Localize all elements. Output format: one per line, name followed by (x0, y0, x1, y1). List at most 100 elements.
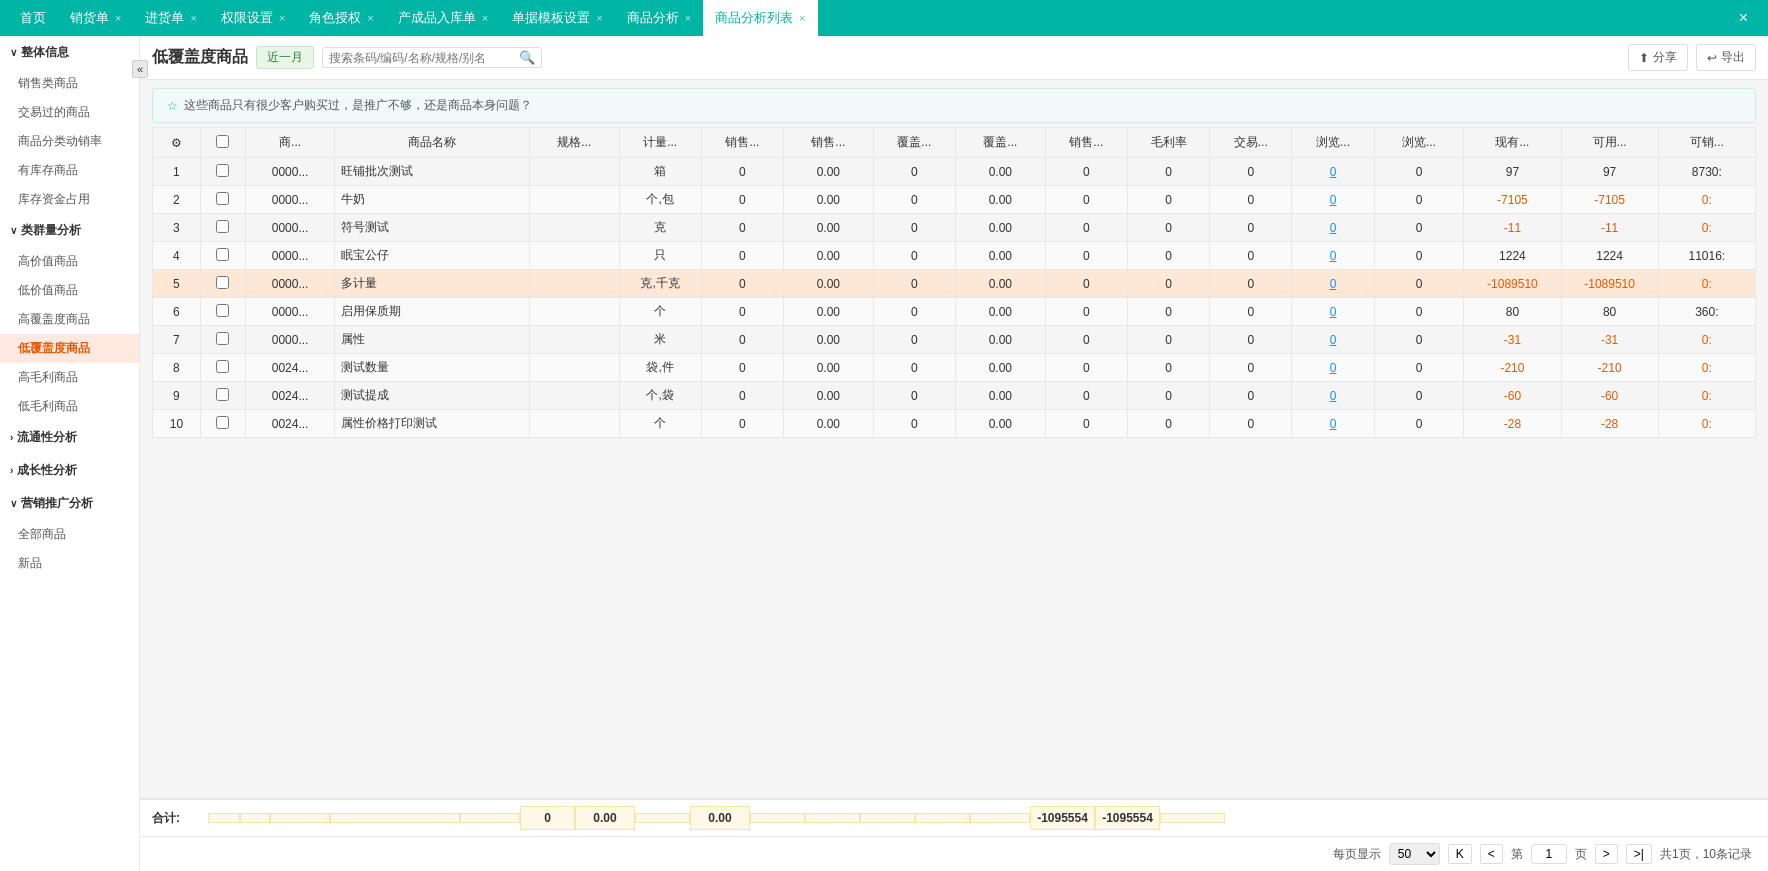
sidebar-item-traded-goods[interactable]: 交易过的商品 (0, 98, 139, 127)
browse2-header[interactable]: 浏览... (1374, 128, 1464, 158)
sidebar-section-growth[interactable]: › 成长性分析 (0, 454, 139, 487)
row-spec (529, 382, 619, 410)
row-browse1[interactable]: 0 (1292, 298, 1374, 326)
close-icon[interactable]: × (685, 12, 691, 24)
sidebar-item-stock-funds[interactable]: 库存资金占用 (0, 185, 139, 214)
sidebar-item-sales-goods[interactable]: 销售类商品 (0, 69, 139, 98)
settings-header[interactable]: ⚙ (153, 128, 201, 158)
nav-sales[interactable]: 销货单 × (58, 0, 133, 36)
close-icon[interactable]: × (190, 12, 196, 24)
close-icon[interactable]: × (279, 12, 285, 24)
row-sales3: 0 (1045, 410, 1127, 438)
row-checkbox[interactable] (200, 326, 245, 354)
checkbox-header[interactable] (200, 128, 245, 158)
export-button[interactable]: ↩ 导出 (1696, 44, 1756, 71)
sidebar-collapse-button[interactable]: « (140, 60, 148, 78)
nav-roles[interactable]: 角色授权 × (297, 0, 385, 36)
row-sales3: 0 (1045, 186, 1127, 214)
row-browse1[interactable]: 0 (1292, 354, 1374, 382)
window-close-button[interactable]: × (1727, 9, 1760, 27)
table-wrapper[interactable]: ⚙ 商... 商品名称 规格... 计量... 销售... 销售... 覆盖..… (140, 127, 1768, 798)
row-gross: 0 (1127, 382, 1209, 410)
sidebar-item-high-profit[interactable]: 高毛利商品 (0, 363, 139, 392)
row-spec (529, 158, 619, 186)
close-icon[interactable]: × (482, 12, 488, 24)
first-page-button[interactable]: K (1448, 844, 1472, 864)
row-checkbox[interactable] (200, 158, 245, 186)
sidebar-section-marketing[interactable]: ∨ 营销推广分析 (0, 487, 139, 520)
info-bar: ☆ 这些商品只有很少客户购买过，是推广不够，还是商品本身问题？ (152, 88, 1756, 123)
row-checkbox[interactable] (200, 298, 245, 326)
nav-permissions[interactable]: 权限设置 × (209, 0, 297, 36)
row-browse1[interactable]: 0 (1292, 326, 1374, 354)
row-checkbox[interactable] (200, 410, 245, 438)
sidebar-item-new-goods[interactable]: 新品 (0, 549, 139, 578)
nav-home[interactable]: 首页 (8, 0, 58, 36)
nav-template[interactable]: 单据模板设置 × (500, 0, 614, 36)
period-button[interactable]: 近一月 (256, 46, 314, 69)
page-number-input[interactable] (1531, 844, 1567, 864)
page-size-select[interactable]: 50 20 100 200 (1389, 843, 1440, 865)
stock1-header[interactable]: 现有... (1464, 128, 1561, 158)
row-browse1[interactable]: 0 (1292, 242, 1374, 270)
sidebar-item-low-coverage[interactable]: 低覆盖度商品 (0, 334, 139, 363)
sidebar-item-low-profit[interactable]: 低毛利商品 (0, 392, 139, 421)
sales3-header[interactable]: 销售... (1045, 128, 1127, 158)
trade-header[interactable]: 交易... (1210, 128, 1292, 158)
last-page-button[interactable]: >| (1626, 844, 1652, 864)
row-browse1[interactable]: 0 (1292, 270, 1374, 298)
row-checkbox[interactable] (200, 214, 245, 242)
nav-goods-analysis[interactable]: 商品分析 × (615, 0, 703, 36)
row-browse1[interactable]: 0 (1292, 186, 1374, 214)
close-icon[interactable]: × (799, 12, 805, 24)
row-browse1[interactable]: 0 (1292, 158, 1374, 186)
nav-purchase[interactable]: 进货单 × (133, 0, 208, 36)
cover1-header[interactable]: 覆盖... (873, 128, 955, 158)
nav-production[interactable]: 产成品入库单 × (386, 0, 500, 36)
sales2-header[interactable]: 销售... (784, 128, 874, 158)
share-button[interactable]: ⬆ 分享 (1628, 44, 1688, 71)
select-all-checkbox[interactable] (216, 135, 229, 148)
close-icon[interactable]: × (115, 12, 121, 24)
sidebar-item-low-value[interactable]: 低价值商品 (0, 276, 139, 305)
row-checkbox[interactable] (200, 354, 245, 382)
search-input[interactable] (329, 51, 519, 65)
gross-header[interactable]: 毛利率 (1127, 128, 1209, 158)
next-page-button[interactable]: > (1595, 844, 1618, 864)
sidebar-item-category-rate[interactable]: 商品分类动销率 (0, 127, 139, 156)
row-browse1[interactable]: 0 (1292, 382, 1374, 410)
nav-goods-analysis-list[interactable]: 商品分析列表 × (703, 0, 817, 36)
sidebar-section-flow[interactable]: › 流通性分析 (0, 421, 139, 454)
row-sales1: 0 (701, 214, 783, 242)
browse1-header[interactable]: 浏览... (1292, 128, 1374, 158)
sidebar-item-stock-goods[interactable]: 有库存商品 (0, 156, 139, 185)
stock2-header[interactable]: 可用... (1561, 128, 1658, 158)
spec-header[interactable]: 规格... (529, 128, 619, 158)
sidebar-item-all-goods[interactable]: 全部商品 (0, 520, 139, 549)
name-header[interactable]: 商品名称 (335, 128, 529, 158)
total-placeholder2 (240, 813, 270, 823)
cover2-header[interactable]: 覆盖... (955, 128, 1045, 158)
code-header[interactable]: 商... (245, 128, 335, 158)
row-sales1: 0 (701, 158, 783, 186)
row-checkbox[interactable] (200, 242, 245, 270)
prev-page-button[interactable]: < (1480, 844, 1503, 864)
sidebar-section-cluster[interactable]: ∨ 类群量分析 (0, 214, 139, 247)
row-name: 牛奶 (335, 186, 529, 214)
row-browse1[interactable]: 0 (1292, 410, 1374, 438)
row-checkbox[interactable] (200, 186, 245, 214)
sales1-header[interactable]: 销售... (701, 128, 783, 158)
row-gross: 0 (1127, 354, 1209, 382)
sidebar-item-high-coverage[interactable]: 高覆盖度商品 (0, 305, 139, 334)
close-icon[interactable]: × (367, 12, 373, 24)
row-cover2: 0.00 (955, 382, 1045, 410)
table-row: 6 0000... 启用保质期 个 0 0.00 0 0.00 0 0 0 0 … (153, 298, 1756, 326)
stock3-header[interactable]: 可销... (1658, 128, 1755, 158)
sidebar-section-overall[interactable]: ∨ 整体信息 (0, 36, 139, 69)
row-browse1[interactable]: 0 (1292, 214, 1374, 242)
sidebar-item-high-value[interactable]: 高价值商品 (0, 247, 139, 276)
unit-header[interactable]: 计量... (619, 128, 701, 158)
row-checkbox[interactable] (200, 270, 245, 298)
row-checkbox[interactable] (200, 382, 245, 410)
close-icon[interactable]: × (596, 12, 602, 24)
